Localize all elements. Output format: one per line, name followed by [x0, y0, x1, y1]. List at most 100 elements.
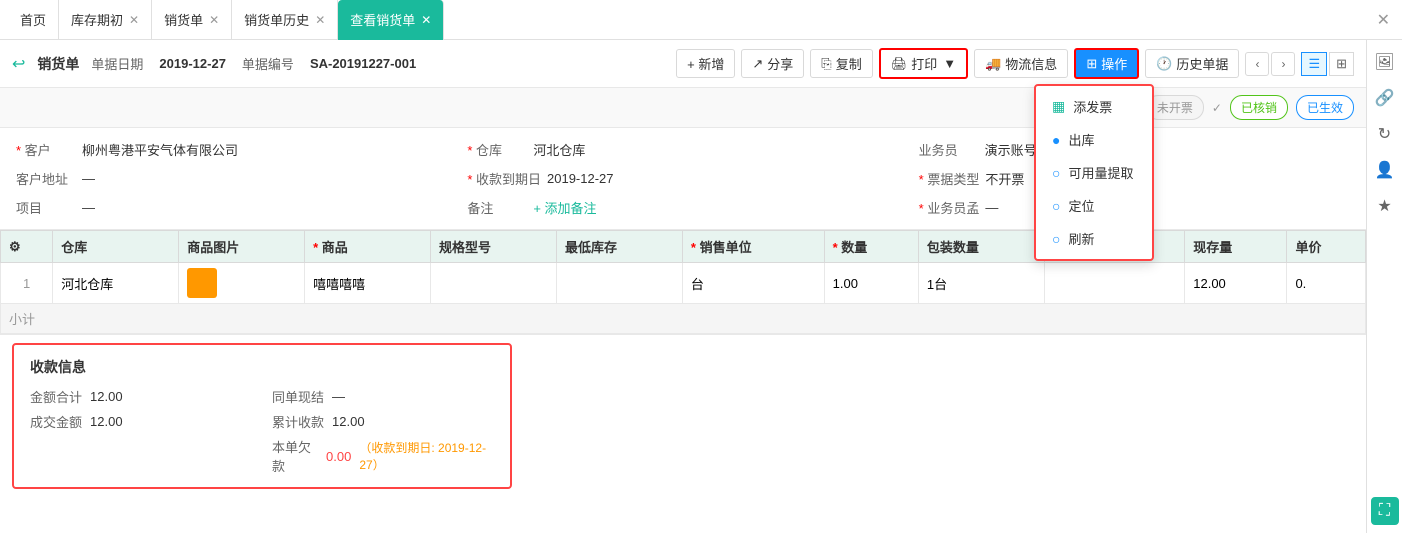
- th-settings[interactable]: ⚙: [1, 231, 53, 263]
- settings-icon: ⚙: [9, 239, 21, 254]
- share-icon: ↗: [752, 56, 763, 72]
- tab-sales-order[interactable]: 销货单 ✕: [152, 0, 232, 40]
- tab-close-sales[interactable]: ✕: [209, 13, 219, 27]
- due-date-label: 收款到期日: [467, 169, 541, 188]
- cumulative-row: 累计收款 12.00: [272, 412, 494, 431]
- print-button[interactable]: 🖨 打印 ▼: [879, 48, 968, 79]
- history-icon: 🕐: [1156, 56, 1172, 72]
- transaction-amount-value: 12.00: [90, 414, 123, 429]
- table-wrapper: ⚙ 仓库 商品图片 * 商品 规格型号 最低库存 * 销售单位 * 数量 包装数…: [0, 230, 1366, 335]
- warehouse-value: 河北仓库: [533, 140, 898, 159]
- refresh-item[interactable]: ○ 刷新: [1036, 222, 1152, 255]
- add-invoice-icon: ▦: [1052, 98, 1065, 115]
- add-note-button[interactable]: + 添加备注: [533, 198, 596, 217]
- sidebar-refresh-btn[interactable]: ↻: [1371, 120, 1399, 148]
- tab-home[interactable]: 首页: [8, 0, 59, 40]
- total-amount-value: 12.00: [90, 389, 123, 404]
- doc-icon: ↩: [12, 54, 25, 74]
- tab-close-view[interactable]: ✕: [421, 13, 431, 27]
- tab-sales-history[interactable]: 销货单历史 ✕: [232, 0, 338, 40]
- copy-icon: ⎘: [821, 56, 831, 72]
- available-pickup-item[interactable]: ○ 可用量提取: [1036, 156, 1152, 189]
- th-warehouse: 仓库: [53, 231, 179, 263]
- checked-badge: 已核销: [1230, 95, 1288, 120]
- logistics-button[interactable]: 🚚 物流信息: [974, 49, 1068, 78]
- th-current-stock: 现存量: [1185, 231, 1287, 263]
- right-sidebar: 🖼 🔗 ↻ 👤 ★ ⛶: [1366, 40, 1402, 533]
- current-due-value: 0.00: [326, 449, 351, 464]
- operation-icon: ⊞: [1086, 56, 1097, 72]
- row-unit-price: 0.: [1287, 263, 1366, 304]
- staff-label: 业务员: [919, 140, 979, 159]
- th-sales-unit: * 销售单位: [682, 231, 824, 263]
- grid-view-btn[interactable]: ⊞: [1329, 52, 1354, 76]
- product-table: ⚙ 仓库 商品图片 * 商品 规格型号 最低库存 * 销售单位 * 数量 包装数…: [0, 230, 1366, 334]
- window-close-button[interactable]: ✕: [1377, 10, 1390, 30]
- th-pack-qty: 包装数量: [918, 231, 1044, 263]
- address-label: 客户地址: [16, 169, 76, 188]
- prev-arrow[interactable]: ‹: [1245, 52, 1269, 76]
- sidebar-expand-btn[interactable]: ⛶: [1371, 497, 1399, 525]
- row-available: [1044, 263, 1184, 304]
- customer-label: 客户: [16, 140, 76, 159]
- same-order-row: 同单现结 —: [272, 387, 494, 406]
- sidebar-star-btn[interactable]: ★: [1371, 192, 1399, 220]
- row-num: 1: [1, 263, 53, 304]
- tab-close-inventory[interactable]: ✕: [129, 13, 139, 27]
- operation-button[interactable]: ⊞ 操作: [1074, 48, 1139, 79]
- effective-badge: 已生效: [1296, 95, 1354, 120]
- check-icon: ✓: [1212, 101, 1222, 115]
- project-label: 项目: [16, 198, 76, 217]
- add-invoice-item[interactable]: ▦ 添发票: [1036, 90, 1152, 123]
- tab-inventory-init[interactable]: 库存期初 ✕: [59, 0, 152, 40]
- list-view-btn[interactable]: ☰: [1301, 52, 1327, 76]
- row-product-img: [179, 263, 305, 304]
- row-product: 嘻嘻嘻嘻: [305, 263, 431, 304]
- table-header-row: ⚙ 仓库 商品图片 * 商品 规格型号 最低库存 * 销售单位 * 数量 包装数…: [1, 231, 1366, 263]
- cumulative-value: 12.00: [332, 414, 365, 429]
- th-min-stock: 最低库存: [556, 231, 682, 263]
- locate-item[interactable]: ○ 定位: [1036, 189, 1152, 222]
- product-image: [187, 268, 217, 298]
- subtotal-row: 小计: [1, 304, 1366, 334]
- row-quantity: 1.00: [824, 263, 918, 304]
- th-unit-price: 单价: [1287, 231, 1366, 263]
- same-order-value: —: [332, 389, 345, 404]
- copy-button[interactable]: ⎘ 复制: [810, 49, 872, 78]
- tab-close-history[interactable]: ✕: [315, 13, 325, 27]
- logistics-icon: 🚚: [985, 56, 1001, 72]
- row-warehouse: 河北仓库: [53, 263, 179, 304]
- sidebar-img-btn[interactable]: 🖼: [1371, 48, 1399, 76]
- row-pack-qty: 1台: [918, 263, 1044, 304]
- new-button[interactable]: + 新增: [676, 49, 735, 78]
- th-product: * 商品: [305, 231, 431, 263]
- project-value: —: [82, 200, 447, 215]
- warehouse-label: 仓库: [467, 140, 527, 159]
- number-label: 单据编号: [242, 54, 294, 73]
- history-button[interactable]: 🕐 历史单据: [1145, 49, 1239, 78]
- due-date-row: 收款到期日 2019-12-27: [467, 169, 898, 188]
- payment-title: 收款信息: [30, 357, 494, 377]
- customer-row: 客户 柳州粤港平安气体有限公司: [16, 140, 447, 159]
- cumulative-label: 累计收款: [272, 412, 324, 431]
- table-row: 1 河北仓库 嘻嘻嘻嘻 台 1.00 1台 12.00 0.: [1, 263, 1366, 304]
- share-button[interactable]: ↗ 分享: [741, 49, 804, 78]
- next-arrow[interactable]: ›: [1271, 52, 1295, 76]
- available-icon: ○: [1052, 165, 1060, 181]
- payment-grid: 金额合计 12.00 同单现结 — 成交金额 12.00 累计收款 12.00: [30, 387, 494, 475]
- date-label: 单据日期: [91, 54, 143, 73]
- sidebar-link-btn[interactable]: 🔗: [1371, 84, 1399, 112]
- total-amount-row: 金额合计 12.00: [30, 387, 252, 406]
- refresh-icon: ○: [1052, 231, 1060, 247]
- locate-icon: ○: [1052, 198, 1060, 214]
- project-row: 项目 —: [16, 198, 447, 217]
- total-amount-label: 金额合计: [30, 387, 82, 406]
- view-toggle: ☰ ⊞: [1301, 52, 1354, 76]
- th-spec: 规格型号: [431, 231, 557, 263]
- due-date-value: 2019-12-27: [547, 171, 899, 186]
- row-sales-unit: 台: [682, 263, 824, 304]
- th-quantity: * 数量: [824, 231, 918, 263]
- tab-view-sales[interactable]: 查看销货单 ✕: [338, 0, 444, 40]
- out-stock-item[interactable]: ● 出库: [1036, 123, 1152, 156]
- sidebar-user-btn[interactable]: 👤: [1371, 156, 1399, 184]
